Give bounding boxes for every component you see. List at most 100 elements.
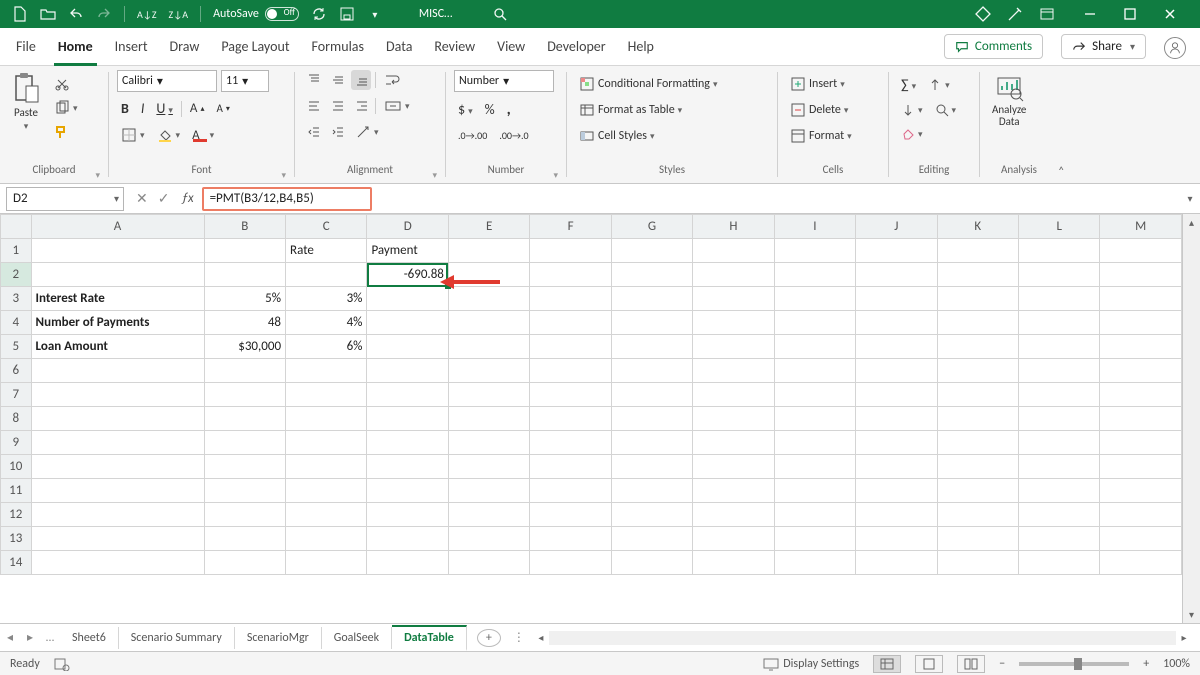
cell-D1[interactable]: Payment [367,239,448,263]
cell-H1[interactable] [693,239,774,263]
tab-help[interactable]: Help [626,30,656,65]
wrap-text-button[interactable] [380,70,406,90]
cell-A3[interactable]: Interest Rate [31,287,204,311]
tab-insert[interactable]: Insert [113,30,150,65]
sheet-tab-scenario-summary[interactable]: Scenario Summary [119,627,235,649]
diamond-icon[interactable] [974,5,992,23]
cell-C3[interactable]: 3% [286,287,367,311]
cell-A1[interactable] [31,239,204,263]
sheet-tab-datatable[interactable]: DataTable [392,625,467,651]
col-header-F[interactable]: F [530,215,611,239]
cell-C1[interactable]: Rate [286,239,367,263]
cell-A5[interactable]: Loan Amount [31,335,204,359]
search-icon[interactable] [492,6,508,22]
cell-A7[interactable] [31,383,204,407]
cell-M6[interactable] [1100,359,1182,383]
cell-J13[interactable] [856,527,937,551]
align-right-button[interactable] [351,96,371,116]
cell-B4[interactable]: 48 [204,311,285,335]
cell-E3[interactable] [448,287,529,311]
copy-button[interactable] [50,98,82,118]
row-header-3[interactable]: 3 [1,287,32,311]
cell-L9[interactable] [1018,431,1099,455]
cell-F10[interactable] [530,455,611,479]
cell-K9[interactable] [937,431,1018,455]
row-header-9[interactable]: 9 [1,431,32,455]
col-header-L[interactable]: L [1018,215,1099,239]
cell-F9[interactable] [530,431,611,455]
cell-K10[interactable] [937,455,1018,479]
undo-icon[interactable] [68,6,84,22]
cell-L10[interactable] [1018,455,1099,479]
cell-D4[interactable] [367,311,448,335]
cell-D3[interactable] [367,287,448,311]
row-header-6[interactable]: 6 [1,359,32,383]
cell-H6[interactable] [693,359,774,383]
row-header-7[interactable]: 7 [1,383,32,407]
percent-button[interactable]: % [481,99,499,120]
col-header-M[interactable]: M [1100,215,1182,239]
row-header-4[interactable]: 4 [1,311,32,335]
open-file-icon[interactable] [40,6,56,22]
fill-button[interactable] [897,101,927,119]
tab-file[interactable]: File [14,30,38,65]
cell-M5[interactable] [1100,335,1182,359]
sort-asc-icon[interactable]: A↓Z [137,6,157,22]
cell-B2[interactable] [204,263,285,287]
cell-G5[interactable] [611,335,692,359]
cell-B14[interactable] [204,551,285,575]
cell-H9[interactable] [693,431,774,455]
cell-E5[interactable] [448,335,529,359]
cell-E4[interactable] [448,311,529,335]
cell-A4[interactable]: Number of Payments [31,311,204,335]
cell-L3[interactable] [1018,287,1099,311]
align-center-button[interactable] [327,96,347,116]
cell-H8[interactable] [693,407,774,431]
cell-B13[interactable] [204,527,285,551]
cell-K6[interactable] [937,359,1018,383]
cell-F3[interactable] [530,287,611,311]
cell-D11[interactable] [367,479,448,503]
window-mode-icon[interactable] [1038,5,1056,23]
cell-J8[interactable] [856,407,937,431]
orientation-button[interactable] [351,122,383,142]
align-top-button[interactable] [303,70,323,90]
cell-G14[interactable] [611,551,692,575]
cell-L5[interactable] [1018,335,1099,359]
cell-I13[interactable] [774,527,855,551]
cell-D9[interactable] [367,431,448,455]
page-break-view-button[interactable] [957,655,985,673]
cell-H7[interactable] [693,383,774,407]
col-header-G[interactable]: G [611,215,692,239]
cell-C12[interactable] [286,503,367,527]
cell-C13[interactable] [286,527,367,551]
comments-button[interactable]: Comments [944,34,1043,59]
col-header-B[interactable]: B [204,215,285,239]
increase-decimal-button[interactable]: .0→.00 [454,127,491,144]
cell-A11[interactable] [31,479,204,503]
cell-H11[interactable] [693,479,774,503]
cell-C8[interactable] [286,407,367,431]
normal-view-button[interactable] [873,655,901,673]
col-header-K[interactable]: K [937,215,1018,239]
cell-E1[interactable] [448,239,529,263]
cell-M3[interactable] [1100,287,1182,311]
cell-I8[interactable] [774,407,855,431]
font-name-combo[interactable]: Calibri▾ [117,70,217,92]
row-header-14[interactable]: 14 [1,551,32,575]
cell-M12[interactable] [1100,503,1182,527]
cell-B12[interactable] [204,503,285,527]
font-size-combo[interactable]: 11▾ [221,70,269,92]
cell-A10[interactable] [31,455,204,479]
cell-L6[interactable] [1018,359,1099,383]
cell-I12[interactable] [774,503,855,527]
autosave-toggle[interactable]: AutoSave Off [213,7,299,21]
cell-I9[interactable] [774,431,855,455]
cell-L12[interactable] [1018,503,1099,527]
italic-button[interactable]: I [137,98,149,119]
tab-developer[interactable]: Developer [545,30,607,65]
align-bottom-button[interactable] [351,70,371,90]
row-header-10[interactable]: 10 [1,455,32,479]
cell-H14[interactable] [693,551,774,575]
currency-button[interactable]: $ [454,99,477,120]
